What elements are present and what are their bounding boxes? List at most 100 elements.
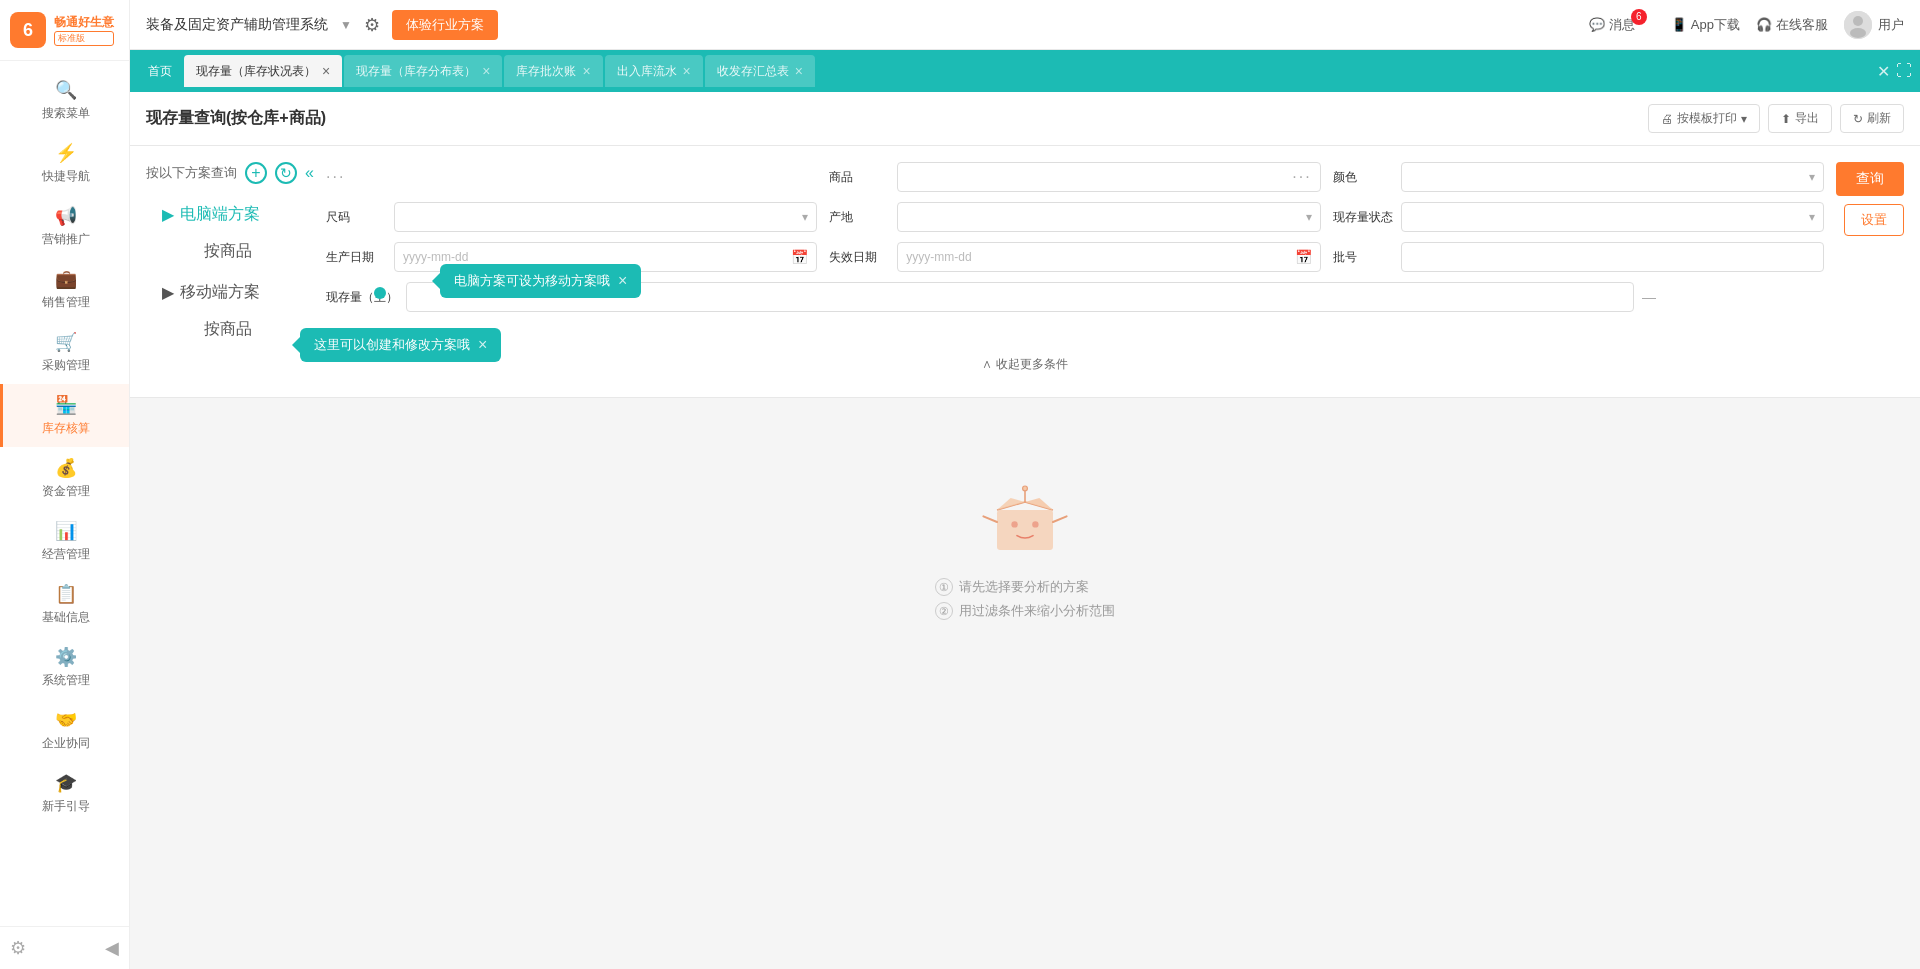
sidebar-item-quick[interactable]: ⚡ 快捷导航 — [0, 132, 129, 195]
inventory-icon: 🏪 — [55, 394, 77, 416]
produce-date-label: 生产日期 — [326, 249, 386, 266]
tab-close-inout-flow[interactable]: × — [683, 63, 691, 79]
chevron-right-icon: ▶ — [162, 205, 174, 224]
tooltip-edit-close[interactable]: × — [478, 336, 487, 354]
empty-illustration — [975, 478, 1075, 562]
setting-button[interactable]: 设置 — [1844, 204, 1904, 236]
filter-item-warehouse: ··· — [326, 168, 817, 186]
tooltip-desktop-close[interactable]: × — [618, 272, 627, 290]
empty-tip-1: ① 请先选择要分析的方案 — [935, 578, 1115, 596]
filter-content: ··· 商品 ··· 颜色 — [326, 162, 1824, 348]
sidebar-item-marketing[interactable]: 📢 营销推广 — [0, 195, 129, 258]
refresh-button[interactable]: ↻ 刷新 — [1840, 104, 1904, 133]
desktop-solution-items: 按商品 — [146, 233, 318, 270]
logo-line1: 畅通好生意 — [54, 14, 114, 31]
sidebar-item-label: 销售管理 — [42, 294, 90, 311]
size-label: 尺码 — [326, 209, 386, 226]
tab-close-all-icon[interactable]: ✕ — [1877, 62, 1890, 81]
tab-inout-flow[interactable]: 出入库流水 × — [605, 55, 703, 87]
sidebar-item-label: 资金管理 — [42, 483, 90, 500]
desktop-solution-toggle[interactable]: ▶ 电脑端方案 — [146, 196, 318, 233]
query-button[interactable]: 查询 — [1836, 162, 1904, 196]
sidebar-item-guide[interactable]: 🎓 新手引导 — [0, 762, 129, 825]
dot-indicator — [374, 287, 386, 299]
stock-main-max-spacer — [1664, 282, 1824, 312]
produce-date-calendar-icon: 📅 — [791, 249, 808, 265]
app-download-label: App下载 — [1691, 16, 1740, 34]
overflow-dots-1[interactable]: ··· — [326, 168, 345, 186]
logo-badge: 标准版 — [54, 31, 114, 46]
filter-label: 按以下方案查询 — [146, 164, 237, 182]
search-icon: 🔍 — [55, 79, 77, 101]
range-dash: — — [1642, 289, 1656, 305]
expire-date-calendar-icon: 📅 — [1295, 249, 1312, 265]
product-select[interactable]: ··· — [897, 162, 1320, 192]
mobile-solution-toggle[interactable]: ▶ 移动端方案 — [146, 274, 318, 311]
sidebar-item-label: 搜索菜单 — [42, 105, 90, 122]
export-button[interactable]: ⬆ 导出 — [1768, 104, 1832, 133]
notification-item[interactable]: 💬 消息 6 — [1589, 16, 1655, 34]
top-header: 装备及固定资产辅助管理系统 ▼ ⚙ 体验行业方案 💬 消息 6 📱 App下载 … — [130, 0, 1920, 50]
app-download-item[interactable]: 📱 App下载 — [1671, 16, 1740, 34]
svg-point-7 — [1023, 486, 1028, 491]
sidebar-item-purchase[interactable]: 🛒 采购管理 — [0, 321, 129, 384]
desktop-sub-item-1[interactable]: 按商品 — [166, 233, 318, 270]
notification-badge: 6 — [1631, 9, 1647, 25]
origin-label: 产地 — [829, 209, 889, 226]
page-content: 现存量查询(按仓库+商品) 🖨 按模板打印 ▾ ⬆ 导出 ↻ 刷新 — [130, 92, 1920, 969]
origin-select[interactable]: ▾ — [897, 202, 1320, 232]
filter-add-button[interactable]: + — [245, 162, 267, 184]
user-info[interactable]: 用户 — [1844, 11, 1904, 39]
expire-date-input[interactable]: yyyy-mm-dd 📅 — [897, 242, 1320, 272]
sidebar-item-enterprise[interactable]: 🤝 企业协同 — [0, 699, 129, 762]
experience-button[interactable]: 体验行业方案 — [392, 10, 498, 40]
batch-no-label: 批号 — [1333, 249, 1393, 266]
batch-no-input[interactable] — [1401, 242, 1824, 272]
tooltip-desktop-text: 电脑方案可设为移动方案哦 — [454, 272, 610, 290]
tab-close-batch-account[interactable]: × — [582, 63, 590, 79]
online-support-item[interactable]: 🎧 在线客服 — [1756, 16, 1828, 34]
sidebar-item-base[interactable]: 📋 基础信息 — [0, 573, 129, 636]
filter-arrow-button[interactable]: « — [305, 164, 314, 182]
filter-item-color: 颜色 ▾ — [1333, 162, 1824, 192]
system-dropdown[interactable]: ▼ — [340, 18, 352, 32]
template-print-button[interactable]: 🖨 按模板打印 ▾ — [1648, 104, 1760, 133]
settings-bottom-icon[interactable]: ⚙ — [10, 937, 26, 959]
color-label: 颜色 — [1333, 169, 1393, 186]
filter-section: 电脑方案可设为移动方案哦 × 这里可以创建和修改方案哦 × 按以下方案查询 + … — [130, 146, 1920, 398]
color-select[interactable]: ▾ — [1401, 162, 1824, 192]
collapse-sidebar-icon[interactable]: ◀ — [105, 937, 119, 959]
filter-refresh-button[interactable]: ↻ — [275, 162, 297, 184]
sidebar-item-search[interactable]: 🔍 搜索菜单 — [0, 69, 129, 132]
tip-text-2: 用过滤条件来缩小分析范围 — [959, 602, 1115, 620]
sidebar-item-system[interactable]: ⚙️ 系统管理 — [0, 636, 129, 699]
stock-status-select[interactable]: ▾ — [1401, 202, 1824, 232]
tab-inventory-status[interactable]: 现存量（库存状况表） × — [184, 55, 342, 87]
size-select[interactable]: ▾ — [394, 202, 817, 232]
sidebar-item-label: 营销推广 — [42, 231, 90, 248]
sidebar-item-sales[interactable]: 💼 销售管理 — [0, 258, 129, 321]
tab-close-inventory-status[interactable]: × — [322, 63, 330, 79]
tip-text-1: 请先选择要分析的方案 — [959, 578, 1089, 596]
sidebar-item-operations[interactable]: 📊 经营管理 — [0, 510, 129, 573]
tab-inventory-dist[interactable]: 现存量（库存分布表） × — [344, 55, 502, 87]
operations-icon: 📊 — [55, 520, 77, 542]
settings-header-icon[interactable]: ⚙ — [364, 14, 380, 36]
tab-close-collect-summary[interactable]: × — [795, 63, 803, 79]
tab-collect-summary[interactable]: 收发存汇总表 × — [705, 55, 815, 87]
tab-home[interactable]: 首页 — [138, 63, 182, 80]
product-label: 商品 — [829, 169, 889, 186]
tab-batch-account[interactable]: 库存批次账 × — [504, 55, 602, 87]
tab-maximize-icon[interactable]: ⛶ — [1896, 62, 1912, 81]
tab-close-inventory-dist[interactable]: × — [482, 63, 490, 79]
sidebar: 6 畅通好生意 标准版 🔍 搜索菜单 ⚡ 快捷导航 📢 营销推广 💼 销售管理 … — [0, 0, 130, 969]
header-left: 装备及固定资产辅助管理系统 ▼ ⚙ 体验行业方案 — [146, 10, 498, 40]
sidebar-item-inventory[interactable]: 🏪 库存核算 — [0, 384, 129, 447]
notification-icon: 💬 — [1589, 17, 1605, 32]
tooltip-edit: 这里可以创建和修改方案哦 × — [300, 328, 501, 362]
svg-point-2 — [1850, 28, 1866, 38]
sidebar-item-finance[interactable]: 💰 资金管理 — [0, 447, 129, 510]
overflow-dots-2[interactable]: ··· — [1292, 168, 1311, 186]
stock-status-select-arrow: ▾ — [1809, 210, 1815, 224]
page-actions: 🖨 按模板打印 ▾ ⬆ 导出 ↻ 刷新 — [1648, 104, 1904, 133]
